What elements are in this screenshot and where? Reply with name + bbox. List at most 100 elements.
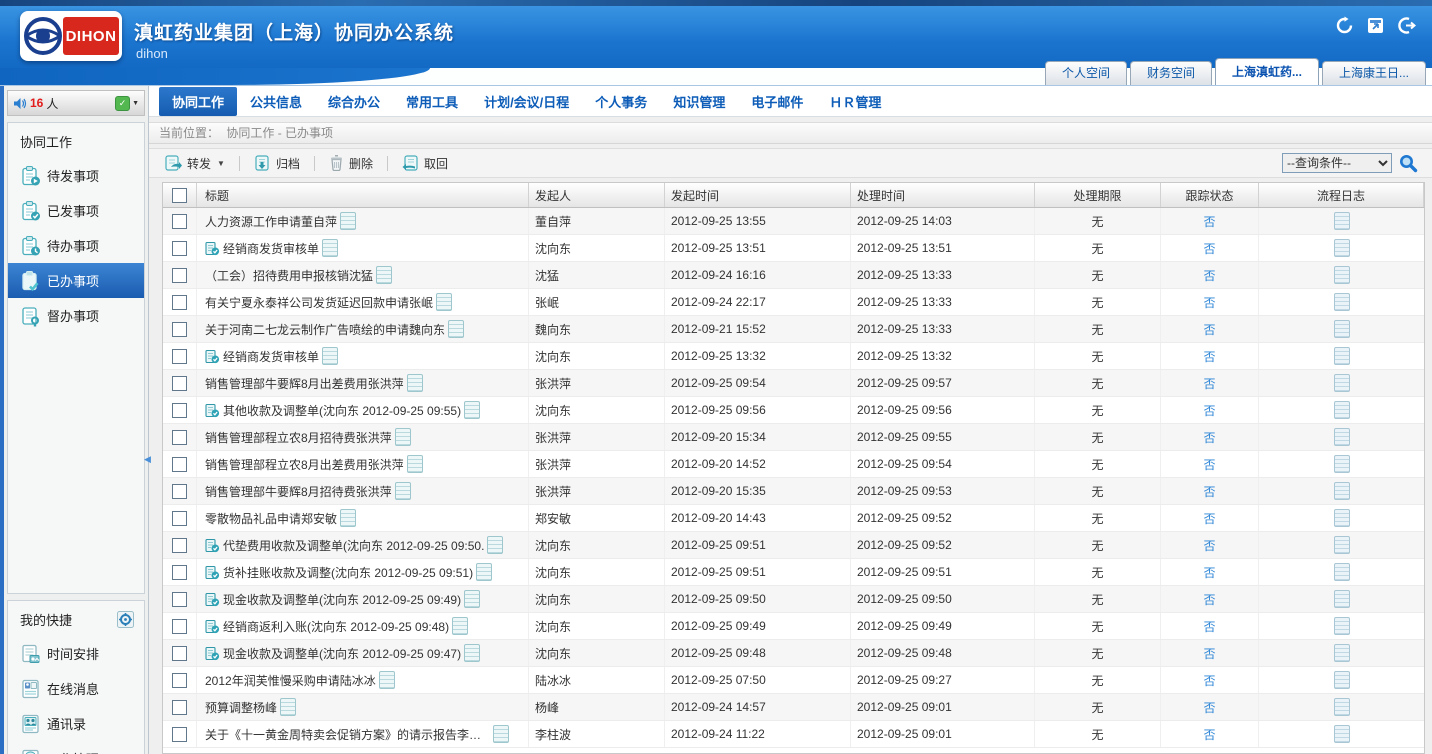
delete-button[interactable]: 删除 [325,155,377,172]
export-window-icon[interactable] [1366,16,1385,35]
row-checkbox[interactable] [172,213,187,229]
sidebar-item-sent[interactable]: 已发事项 [8,193,144,228]
row-title-link[interactable]: 关于河南二七龙云制作广告喷绘的申请魏向东 [205,321,445,338]
form-icon[interactable] [476,563,493,581]
row-title-link[interactable]: （工会）招待费用申报核销沈猛 [205,267,373,284]
row-checkbox[interactable] [172,321,187,337]
form-icon[interactable] [394,428,411,446]
row-checkbox[interactable] [172,429,187,445]
flow-log-icon[interactable] [1333,509,1350,527]
flow-log-icon[interactable] [1333,644,1350,662]
row-checkbox[interactable] [172,726,187,742]
row-title-link[interactable]: 关于《十一黄金周特卖会促销方案》的请示报告李柱... [205,726,490,743]
search-icon[interactable] [1398,153,1418,173]
flow-log-icon[interactable] [1333,266,1350,284]
track-status-link[interactable]: 否 [1203,321,1215,338]
flow-log-icon[interactable] [1333,212,1350,230]
form-icon[interactable] [376,266,393,284]
nav-item-plan-meeting-schedule[interactable]: 计划/会议/日程 [471,87,582,116]
sidebar-item-messages[interactable]: 在线消息 [8,671,144,706]
flow-log-icon[interactable] [1333,401,1350,419]
row-checkbox[interactable] [172,456,187,472]
flow-log-icon[interactable] [1333,725,1350,743]
tab-personal-space[interactable]: 个人空间 [1044,61,1127,85]
form-icon[interactable] [464,590,481,608]
flow-log-icon[interactable] [1333,671,1350,689]
track-status-link[interactable]: 否 [1203,402,1215,419]
form-icon[interactable] [280,698,297,716]
query-filter-select[interactable]: --查询条件-- [1282,153,1392,173]
form-icon[interactable] [452,617,469,635]
track-status-link[interactable]: 否 [1203,618,1215,635]
sidebar-item-contacts[interactable]: 通讯录 [8,706,144,741]
row-checkbox[interactable] [172,348,187,364]
presence-status-dropdown[interactable]: ✓ ▼ [115,95,139,111]
nav-item-general-office[interactable]: 综合办公 [315,87,393,116]
row-checkbox[interactable] [172,537,187,553]
nav-item-personal-affairs[interactable]: 个人事务 [582,87,660,116]
track-status-link[interactable]: 否 [1203,699,1215,716]
sidebar-item-pending[interactable]: 待办事项 [8,228,144,263]
flow-log-icon[interactable] [1333,482,1350,500]
form-icon[interactable] [464,401,481,419]
archive-button[interactable]: 归档 [250,155,304,172]
row-title-link[interactable]: 经销商发货审核单 [223,348,319,365]
row-title-link[interactable]: 现金收款及调整单(沈向东 2012-09-25 09:49) [223,591,461,608]
track-status-link[interactable]: 否 [1203,348,1215,365]
track-status-link[interactable]: 否 [1203,537,1215,554]
track-status-link[interactable]: 否 [1203,564,1215,581]
flow-log-icon[interactable] [1333,347,1350,365]
track-status-link[interactable]: 否 [1203,672,1215,689]
track-status-link[interactable]: 否 [1203,591,1215,608]
row-checkbox[interactable] [172,375,187,391]
row-title-link[interactable]: 销售管理部牛要辉8月出差费用张洪萍 [205,375,404,392]
form-icon[interactable] [340,212,357,230]
refresh-icon[interactable] [1335,16,1354,35]
sidebar-collapse-arrow[interactable]: ◀ [144,454,151,465]
form-icon[interactable] [436,293,453,311]
form-icon[interactable] [322,347,339,365]
row-title-link[interactable]: 有关宁夏永泰祥公司发货延迟回款申请张岷 [205,294,433,311]
nav-item-common-tools[interactable]: 常用工具 [393,87,471,116]
track-status-link[interactable]: 否 [1203,267,1215,284]
row-title-link[interactable]: 代垫费用收款及调整单(沈向东 2012-09-25 09:50. [223,537,484,554]
form-icon[interactable] [493,725,509,743]
nav-item-public-info[interactable]: 公共信息 [237,87,315,116]
row-checkbox[interactable] [172,591,187,607]
form-icon[interactable] [406,455,423,473]
row-title-link[interactable]: 2012年润芙惟慢采购申请陆冰冰 [205,672,376,689]
row-checkbox[interactable] [172,267,187,283]
row-title-link[interactable]: 零散物品礼品申请郑安敏 [205,510,337,527]
track-status-link[interactable]: 否 [1203,294,1215,311]
flow-log-icon[interactable] [1333,563,1350,581]
flow-log-icon[interactable] [1333,698,1350,716]
row-title-link[interactable]: 预算调整杨峰 [205,699,277,716]
flow-log-icon[interactable] [1333,293,1350,311]
row-title-link[interactable]: 销售管理部程立农8月招待费张洪萍 [205,429,392,446]
flow-log-icon[interactable] [1333,536,1350,554]
sidebar-item-work-management[interactable]: 工作管理 [8,741,144,754]
track-status-link[interactable]: 否 [1203,483,1215,500]
row-checkbox[interactable] [172,402,187,418]
flow-log-icon[interactable] [1333,590,1350,608]
row-checkbox[interactable] [172,645,187,661]
row-checkbox[interactable] [172,483,187,499]
row-title-link[interactable]: 人力资源工作申请董自萍 [205,213,337,230]
track-status-link[interactable]: 否 [1203,429,1215,446]
row-title-link[interactable]: 现金收款及调整单(沈向东 2012-09-25 09:47) [223,645,461,662]
flow-log-icon[interactable] [1333,374,1350,392]
logout-icon[interactable] [1397,16,1416,35]
tab-finance-space[interactable]: 财务空间 [1129,61,1212,85]
row-title-link[interactable]: 销售管理部牛要辉8月招待费张洪萍 [205,483,392,500]
form-icon[interactable] [340,509,357,527]
nav-item-collaboration[interactable]: 协同工作 [159,86,238,116]
form-icon[interactable] [394,482,411,500]
row-title-link[interactable]: 经销商返利入账(沈向东 2012-09-25 09:48) [223,618,449,635]
row-title-link[interactable]: 销售管理部程立农8月出差费用张洪萍 [205,456,404,473]
gear-icon[interactable] [117,611,134,628]
tab-shanghai-dihon[interactable]: 上海滇虹药... [1214,58,1319,85]
form-icon[interactable] [464,644,481,662]
row-checkbox[interactable] [172,672,187,688]
tab-shanghai-kangwang[interactable]: 上海康王日... [1321,61,1426,85]
track-status-link[interactable]: 否 [1203,375,1215,392]
